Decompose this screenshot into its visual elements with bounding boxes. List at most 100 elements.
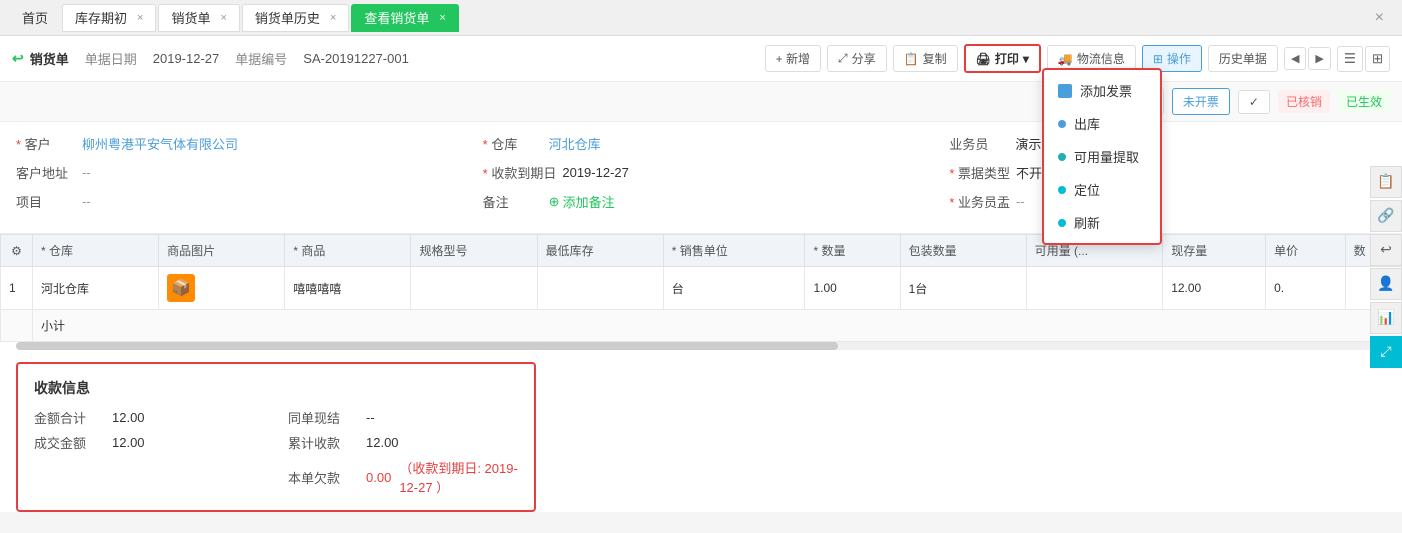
sidebar-icon-4[interactable]: 👤 bbox=[1370, 268, 1402, 300]
close-all-button[interactable]: × bbox=[1367, 9, 1392, 27]
project-label: 项目 bbox=[16, 192, 76, 211]
sidebar-icon-1[interactable]: 📋 bbox=[1370, 166, 1402, 198]
locate-icon bbox=[1058, 186, 1066, 194]
same-order-row: 同单现结 -- bbox=[288, 408, 518, 427]
add-note-label: 添加备注 bbox=[563, 192, 615, 211]
row-warehouse: 河北仓库 bbox=[33, 267, 159, 310]
tab-sales-order-label: 销货单 bbox=[171, 8, 210, 27]
col-settings[interactable]: ⚙ bbox=[1, 235, 33, 267]
view-grid-button[interactable]: ⊞ bbox=[1365, 46, 1390, 72]
tab-inventory-init-close[interactable]: × bbox=[137, 12, 143, 24]
same-order-label: 同单现结 bbox=[288, 408, 358, 427]
tab-sales-history[interactable]: 销货单历史 × bbox=[242, 4, 349, 32]
nav-next[interactable]: ▶ bbox=[1308, 47, 1330, 70]
cumulative-row: 累计收款 12.00 bbox=[288, 433, 518, 452]
print-icon: 🖨 bbox=[976, 52, 991, 66]
sidebar-icon-5[interactable]: 📊 bbox=[1370, 302, 1402, 334]
salesperson-label: 业务员 bbox=[949, 134, 1009, 153]
tab-home-label: 首页 bbox=[22, 8, 48, 27]
tab-inventory-init-label: 库存期初 bbox=[75, 8, 127, 27]
locate-label: 定位 bbox=[1074, 180, 1100, 199]
copy-label: 复制 bbox=[923, 50, 947, 67]
doc-header: ↩ 销货单 单据日期 2019-12-27 单据编号 SA-20191227-0… bbox=[0, 36, 1402, 82]
history-button[interactable]: 历史单据 bbox=[1208, 45, 1278, 72]
dropdown-outbound[interactable]: 出库 bbox=[1044, 107, 1160, 140]
not-open-label: 未开票 bbox=[1183, 93, 1219, 110]
customer-field: 客户 柳州粤港平安气体有限公司 bbox=[16, 134, 453, 153]
add-icon: ⊕ bbox=[549, 194, 560, 210]
warehouse-label: 仓库 bbox=[483, 134, 543, 153]
col-quantity: * 数量 bbox=[805, 235, 900, 267]
salesperson2-field: 业务员盂 -- bbox=[949, 192, 1386, 211]
share-icon: ⤢ bbox=[838, 51, 848, 66]
doc-meta: 单据日期 2019-12-27 单据编号 SA-20191227-001 bbox=[85, 49, 409, 68]
print-label: 打印 bbox=[995, 50, 1019, 67]
salesperson2-label: 业务员盂 bbox=[949, 192, 1010, 211]
check-mark[interactable]: ✓ bbox=[1238, 90, 1270, 114]
total-value: 12.00 bbox=[112, 410, 145, 425]
total-row: 金额合计 12.00 bbox=[34, 408, 264, 427]
form-section: 客户 柳州粤港平安气体有限公司 仓库 河北仓库 业务员 演示账号 客户地址 --… bbox=[0, 122, 1402, 234]
dropdown-refresh[interactable]: 刷新 bbox=[1044, 206, 1160, 239]
sidebar-icon-3[interactable]: ↩ bbox=[1370, 234, 1402, 266]
tab-view-sales-order[interactable]: 查看销货单 × bbox=[351, 4, 458, 32]
tab-view-sales-order-label: 查看销货单 bbox=[364, 8, 429, 27]
col-price: 单价 bbox=[1266, 235, 1346, 267]
sidebar-icon-6[interactable]: ⤢ bbox=[1370, 336, 1402, 368]
horizontal-scrollbar[interactable] bbox=[16, 342, 1386, 350]
warehouse-value[interactable]: 河北仓库 bbox=[549, 134, 601, 153]
operate-icon: ⊞ bbox=[1153, 52, 1163, 66]
new-button[interactable]: + 新增 bbox=[765, 45, 821, 72]
address-field: 客户地址 -- bbox=[16, 163, 453, 182]
table-row: 1 河北仓库 📦 嘻嘻嘻嘻 台 1.00 1台 12.00 0. bbox=[1, 267, 1402, 310]
cumulative-value: 12.00 bbox=[366, 435, 399, 450]
doc-title: ↩ 销货单 bbox=[12, 49, 69, 68]
form-row-2: 客户地址 -- 收款到期日 2019-12-27 票据类型 不开票 bbox=[16, 163, 1386, 182]
warehouse-field: 仓库 河北仓库 bbox=[483, 134, 920, 153]
scroll-thumb bbox=[16, 342, 838, 350]
address-value: -- bbox=[82, 165, 91, 180]
receipt-title: 收款信息 bbox=[34, 378, 518, 398]
ticket-type-label: 票据类型 bbox=[949, 163, 1010, 182]
row-price: 0. bbox=[1266, 267, 1346, 310]
dropdown-add-invoice[interactable]: 添加发票 bbox=[1044, 74, 1160, 107]
project-field: 项目 -- bbox=[16, 192, 453, 211]
col-spec: 规格型号 bbox=[411, 235, 537, 267]
tab-sales-order[interactable]: 销货单 × bbox=[158, 4, 239, 32]
project-value: -- bbox=[82, 194, 91, 209]
status-green-badge: 已生效 bbox=[1338, 90, 1390, 113]
subtotal-label: 小计 bbox=[33, 310, 1402, 342]
tab-sales-history-close[interactable]: × bbox=[330, 12, 336, 24]
items-table: ⚙ * 仓库 商品图片 * 商品 规格型号 最低库存 * 销售单位 * 数量 包… bbox=[0, 234, 1402, 342]
view-list-button[interactable]: ☰ bbox=[1337, 46, 1363, 72]
copy-button[interactable]: 📋 复制 bbox=[893, 45, 958, 72]
receipt-grid: 金额合计 12.00 同单现结 -- 成交金额 12.00 累计收款 12.00… bbox=[34, 408, 518, 496]
transaction-value: 12.00 bbox=[112, 435, 145, 450]
tab-inventory-init[interactable]: 库存期初 × bbox=[62, 4, 156, 32]
salesperson-field: 业务员 演示账号 bbox=[949, 134, 1386, 153]
right-sidebar: 📋 🔗 ↩ 👤 📊 ⤢ bbox=[1370, 166, 1402, 368]
sidebar-icon-2[interactable]: 🔗 bbox=[1370, 200, 1402, 232]
nav-prev[interactable]: ◀ bbox=[1284, 47, 1306, 70]
dropdown-available[interactable]: 可用量提取 bbox=[1044, 140, 1160, 173]
copy-icon: 📋 bbox=[904, 52, 919, 66]
status-red-badge: 已核销 bbox=[1278, 90, 1330, 113]
dropdown-locate[interactable]: 定位 bbox=[1044, 173, 1160, 206]
customer-label: 客户 bbox=[16, 134, 76, 153]
col-unit: * 销售单位 bbox=[663, 235, 805, 267]
tab-view-sales-order-close[interactable]: × bbox=[439, 12, 445, 24]
print-button[interactable]: 🖨 打印 ▾ bbox=[964, 44, 1041, 73]
date-value: 2019-12-27 bbox=[153, 51, 220, 66]
note-field: 备注 ⊕ 添加备注 bbox=[483, 192, 920, 211]
address-label: 客户地址 bbox=[16, 163, 76, 182]
view-icons: ☰ ⊞ bbox=[1337, 46, 1390, 72]
share-button[interactable]: ⤢ 分享 bbox=[827, 45, 887, 72]
add-note-button[interactable]: ⊕ 添加备注 bbox=[549, 192, 615, 211]
subtotal-row: 小计 bbox=[1, 310, 1402, 342]
doc-type-icon: ↩ bbox=[12, 50, 24, 67]
tab-home[interactable]: 首页 bbox=[10, 4, 60, 32]
tab-sales-order-close[interactable]: × bbox=[220, 12, 226, 24]
not-open-button[interactable]: 未开票 bbox=[1172, 88, 1230, 115]
row-img: 📦 bbox=[159, 267, 285, 310]
customer-value[interactable]: 柳州粤港平安气体有限公司 bbox=[82, 134, 238, 153]
